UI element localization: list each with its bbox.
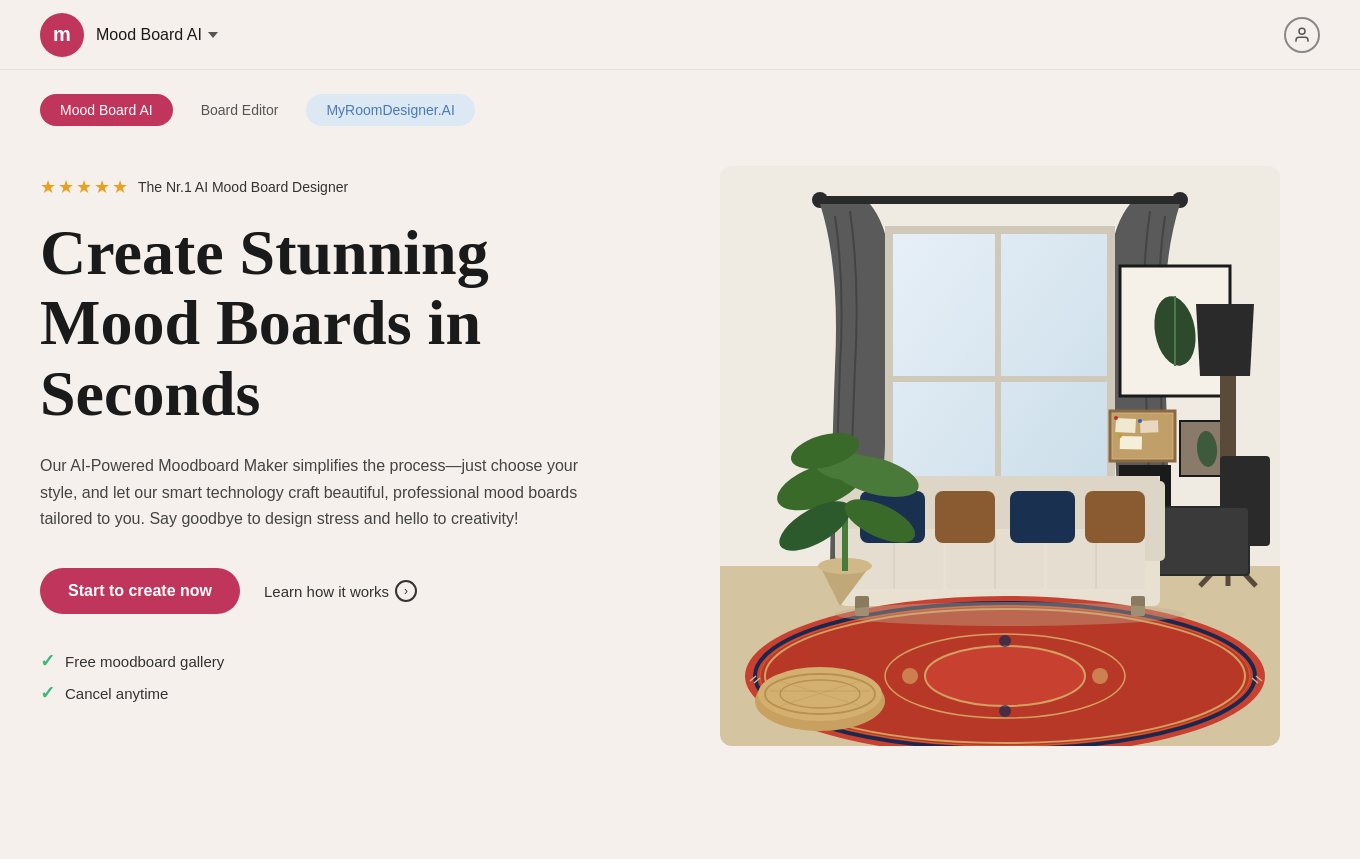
svg-rect-29 xyxy=(1152,508,1248,574)
star-4: ★ xyxy=(94,176,110,198)
hero-headline: Create Stunning Mood Boards in Seconds xyxy=(40,218,660,429)
nav-tabs: Mood Board AI Board Editor MyRoomDesigne… xyxy=(0,70,1360,146)
star-rating: ★ ★ ★ ★ ★ xyxy=(40,176,128,198)
logo-icon[interactable]: m xyxy=(40,13,84,57)
svg-rect-83 xyxy=(1140,420,1158,433)
svg-point-85 xyxy=(1114,416,1118,420)
brand-name-label: Mood Board AI xyxy=(96,26,202,44)
right-panel xyxy=(720,166,1320,746)
svg-rect-41 xyxy=(935,491,995,543)
tab-mood-board-ai[interactable]: Mood Board AI xyxy=(40,94,173,126)
arrow-right-icon: › xyxy=(395,580,417,602)
star-1: ★ xyxy=(40,176,56,198)
svg-point-57 xyxy=(902,668,918,684)
svg-rect-14 xyxy=(885,376,1115,382)
brand-nav[interactable]: Mood Board AI xyxy=(96,26,218,44)
rating-label: The Nr.1 AI Mood Board Designer xyxy=(138,179,348,195)
svg-point-59 xyxy=(999,635,1011,647)
feature-item-cancel: ✓ Cancel anytime xyxy=(40,682,660,704)
svg-point-53 xyxy=(925,646,1085,706)
svg-rect-84 xyxy=(1120,436,1142,449)
left-panel: ★ ★ ★ ★ ★ The Nr.1 AI Mood Board Designe… xyxy=(40,166,660,704)
svg-point-86 xyxy=(1138,419,1142,423)
header-left: m Mood Board AI xyxy=(40,13,218,57)
svg-point-60 xyxy=(999,705,1011,717)
svg-rect-43 xyxy=(1085,491,1145,543)
feature-item-gallery: ✓ Free moodboard gallery xyxy=(40,650,660,672)
header: m Mood Board AI xyxy=(0,0,1360,70)
user-account-button[interactable] xyxy=(1284,17,1320,53)
tab-board-editor[interactable]: Board Editor xyxy=(181,94,299,126)
star-3: ★ xyxy=(76,176,92,198)
chevron-down-icon xyxy=(208,32,218,38)
tab-myroom-designer[interactable]: MyRoomDesigner.AI xyxy=(306,94,474,126)
start-create-button[interactable]: Start to create now xyxy=(40,568,240,614)
main-content: ★ ★ ★ ★ ★ The Nr.1 AI Mood Board Designe… xyxy=(0,146,1360,786)
svg-rect-42 xyxy=(1010,491,1075,543)
rating-row: ★ ★ ★ ★ ★ The Nr.1 AI Mood Board Designe… xyxy=(40,176,660,198)
user-icon xyxy=(1293,26,1311,44)
svg-point-87 xyxy=(1118,434,1122,438)
learn-how-button[interactable]: Learn how it works › xyxy=(264,580,417,602)
room-image xyxy=(720,166,1280,746)
cta-row: Start to create now Learn how it works › xyxy=(40,568,660,614)
svg-point-0 xyxy=(1299,28,1305,34)
check-icon-gallery: ✓ xyxy=(40,650,55,672)
hero-description: Our AI-Powered Moodboard Maker simplifie… xyxy=(40,453,600,532)
svg-point-58 xyxy=(1092,668,1108,684)
star-2: ★ xyxy=(58,176,74,198)
svg-point-90 xyxy=(835,602,1185,626)
room-scene-svg xyxy=(720,166,1280,746)
svg-rect-4 xyxy=(820,196,1180,204)
feature-list: ✓ Free moodboard gallery ✓ Cancel anytim… xyxy=(40,650,660,704)
svg-rect-82 xyxy=(1115,418,1136,433)
check-icon-cancel: ✓ xyxy=(40,682,55,704)
star-5: ★ xyxy=(112,176,128,198)
